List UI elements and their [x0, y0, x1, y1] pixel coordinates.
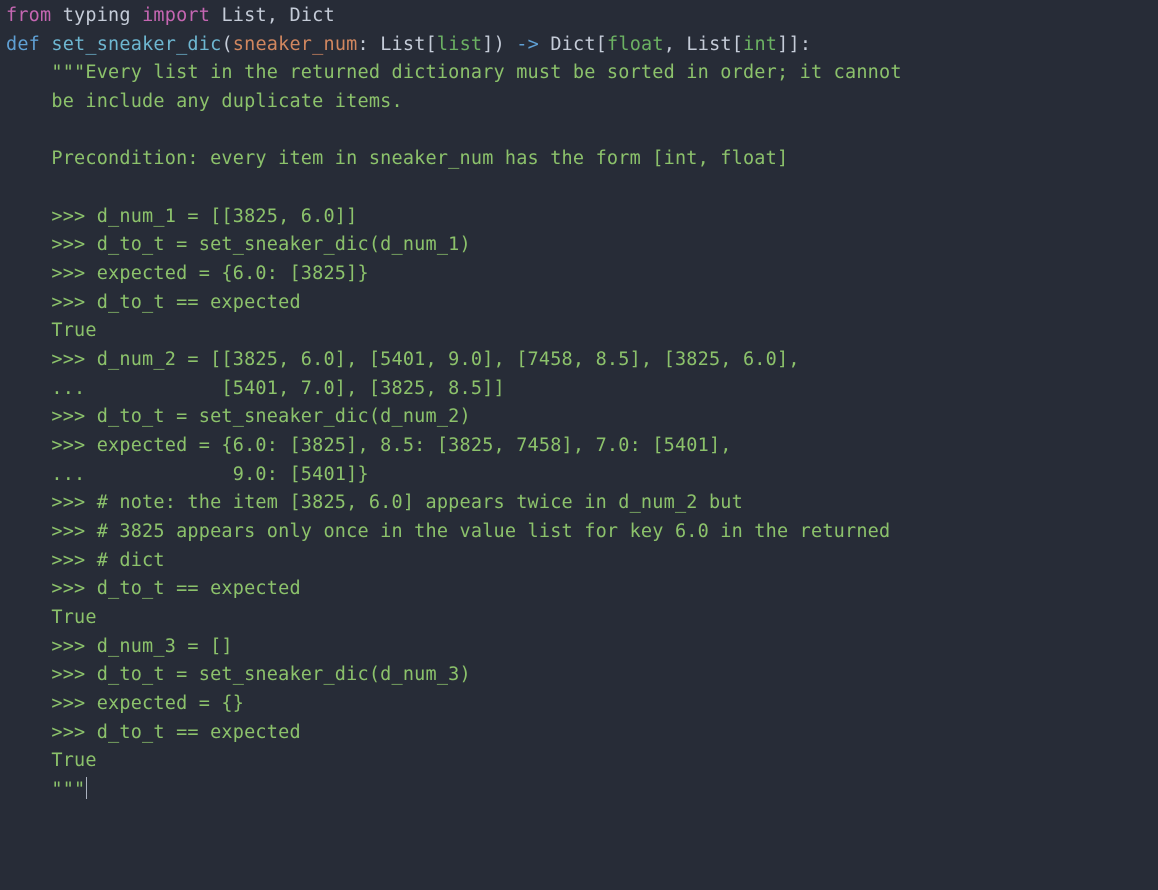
builtin-list: list	[437, 34, 482, 55]
type-dict: Dict	[550, 34, 595, 55]
docstring-line: >>> d_to_t == expected	[6, 292, 301, 313]
docstring-line: ... [5401, 7.0], [3825, 8.5]]	[6, 378, 505, 399]
docstring-line: """Every list in the returned dictionary…	[6, 62, 902, 83]
docstring-line: >>> # 3825 appears only once in the valu…	[6, 521, 890, 542]
docstring-line: ... 9.0: [5401]}	[6, 464, 369, 485]
docstring-line: >>> d_to_t = set_sneaker_dic(d_num_3)	[6, 664, 471, 685]
type-list: List	[380, 34, 425, 55]
docstring-line: >>> d_to_t = set_sneaker_dic(d_num_2)	[6, 406, 471, 427]
arrow: ->	[516, 34, 539, 55]
paren-open: (	[221, 34, 232, 55]
docstring-line: Precondition: every item in sneaker_num …	[6, 148, 788, 169]
module-name: typing	[51, 5, 142, 26]
def-colon: :	[800, 34, 811, 55]
docstring-line: >>> # dict	[6, 550, 165, 571]
keyword-import: import	[142, 5, 210, 26]
line-2: def set_sneaker_dic(sneaker_num: List[li…	[6, 34, 811, 55]
docstring-line: be include any duplicate items.	[6, 91, 403, 112]
builtin-float: float	[607, 34, 664, 55]
docstring-line: """	[6, 779, 85, 800]
docstring-line: >>> expected = {}	[6, 693, 244, 714]
docstring-line: True	[6, 320, 97, 341]
type-list-2: List	[686, 34, 731, 55]
param-name: sneaker_num	[233, 34, 358, 55]
docstring-line: >>> d_to_t == expected	[6, 722, 301, 743]
imported-names: List, Dict	[210, 5, 335, 26]
keyword-def: def	[6, 34, 40, 55]
docstring-line: >>> d_to_t == expected	[6, 578, 301, 599]
docstring-line: >>> expected = {6.0: [3825]}	[6, 263, 369, 284]
builtin-int: int	[743, 34, 777, 55]
docstring-line: >>> d_to_t = set_sneaker_dic(d_num_1)	[6, 234, 471, 255]
code-block: from typing import List, Dict def set_sn…	[0, 0, 1158, 825]
keyword-from: from	[6, 5, 51, 26]
docstring-line: True	[6, 607, 97, 628]
docstring-line: >>> d_num_2 = [[3825, 6.0], [5401, 9.0],…	[6, 349, 800, 370]
docstring-line: >>> expected = {6.0: [3825], 8.5: [3825,…	[6, 435, 732, 456]
docstring-line: True	[6, 750, 97, 771]
line-1: from typing import List, Dict	[6, 5, 335, 26]
docstring-line: >>> d_num_1 = [[3825, 6.0]]	[6, 206, 357, 227]
function-name: set_sneaker_dic	[51, 34, 221, 55]
docstring-line: >>> # note: the item [3825, 6.0] appears…	[6, 492, 743, 513]
text-cursor-icon	[86, 777, 87, 799]
docstring-line: >>> d_num_3 = []	[6, 636, 233, 657]
